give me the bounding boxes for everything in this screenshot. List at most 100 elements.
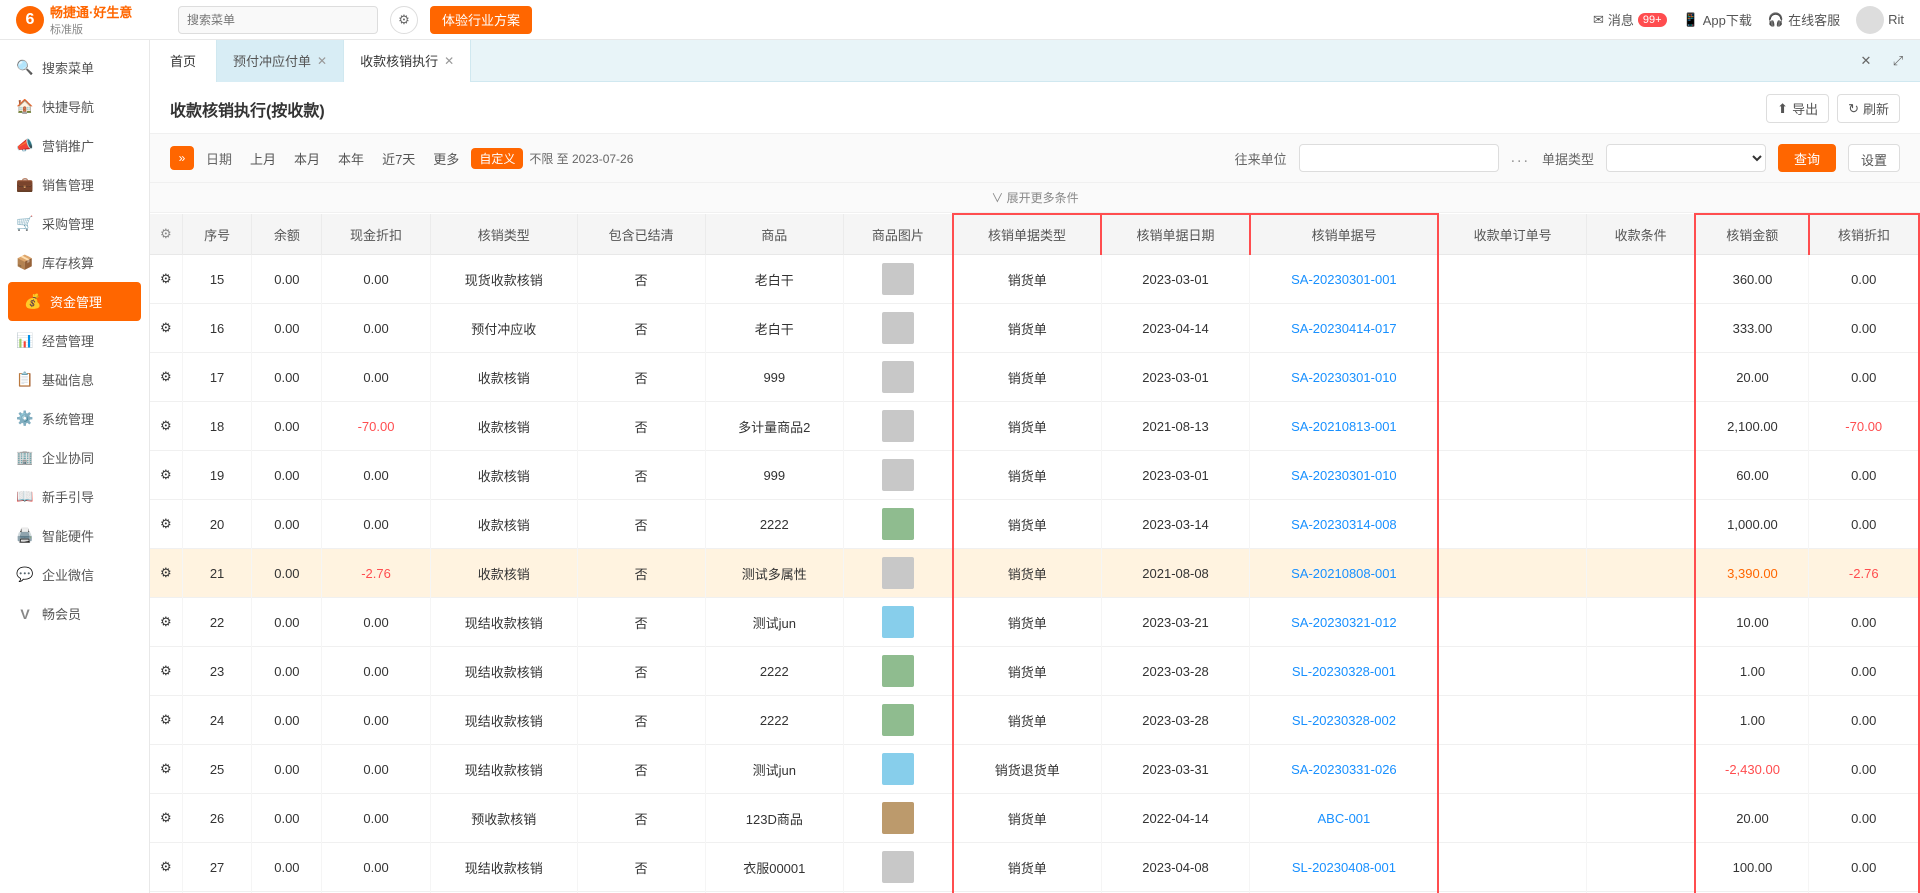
td-write-off-doc-date: 2023-03-01 xyxy=(1101,353,1250,402)
sidebar-item-basic[interactable]: 📋 基础信息 xyxy=(0,360,149,399)
tab-prepay-close[interactable]: ✕ xyxy=(317,54,327,68)
tab-home[interactable]: 首页 xyxy=(150,40,217,82)
td-included-settled: 否 xyxy=(577,500,705,549)
sidebar-item-guide[interactable]: 📖 新手引导 xyxy=(0,477,149,516)
sidebar-item-search[interactable]: 🔍 搜索菜单 xyxy=(0,48,149,87)
doc-no-link[interactable]: SA-20210813-001 xyxy=(1291,419,1397,434)
title-actions: ⬆ 导出 ↻ 刷新 xyxy=(1766,94,1900,123)
td-settings[interactable]: ⚙ xyxy=(150,304,182,353)
message-label: 消息 xyxy=(1608,10,1634,29)
sidebar-label-enterprise: 企业协同 xyxy=(42,448,94,467)
expand-more-bar[interactable]: ∨ 展开更多条件 xyxy=(150,183,1920,213)
td-num: 21 xyxy=(182,549,252,598)
sidebar: 🔍 搜索菜单 🏠 快捷导航 📣 营销推广 💼 销售管理 🛒 采购管理 📦 库存核… xyxy=(0,40,150,893)
td-product-image xyxy=(844,598,953,647)
col-settings[interactable]: ⚙ xyxy=(150,214,182,255)
doc-no-link[interactable]: SA-20230321-012 xyxy=(1291,615,1397,630)
tab-collection-close[interactable]: ✕ xyxy=(444,54,454,68)
sidebar-label-marketing: 营销推广 xyxy=(42,136,94,155)
td-settings[interactable]: ⚙ xyxy=(150,353,182,402)
industry-button[interactable]: 体验行业方案 xyxy=(430,6,532,34)
date-option-more[interactable]: 更多 xyxy=(427,147,465,170)
tab-collection-label: 收款核销执行 xyxy=(360,51,438,70)
td-balance: 0.00 xyxy=(252,255,322,304)
td-cash-discount: 0.00 xyxy=(322,255,430,304)
td-settings[interactable]: ⚙ xyxy=(150,549,182,598)
doc-no-link[interactable]: SA-20230301-010 xyxy=(1291,468,1397,483)
custom-date-button[interactable]: 自定义 xyxy=(471,148,523,169)
col-product-image: 商品图片 xyxy=(844,214,953,255)
doc-no-link[interactable]: SL-20230408-001 xyxy=(1292,860,1396,875)
doc-no-link[interactable]: SA-20210808-001 xyxy=(1291,566,1397,581)
doc-no-link[interactable]: SL-20230328-001 xyxy=(1292,664,1396,679)
col-write-off-discount: 核销折扣 xyxy=(1809,214,1919,255)
td-settings[interactable]: ⚙ xyxy=(150,696,182,745)
doc-no-link[interactable]: SA-20230314-008 xyxy=(1291,517,1397,532)
td-included-settled: 否 xyxy=(577,696,705,745)
sidebar-item-purchase[interactable]: 🛒 采购管理 xyxy=(0,204,149,243)
td-receipt-order-no xyxy=(1438,304,1586,353)
online-service-button[interactable]: 🎧 在线客服 xyxy=(1768,10,1840,29)
td-settings[interactable]: ⚙ xyxy=(150,843,182,892)
message-button[interactable]: ✉ 消息 99+ xyxy=(1593,10,1667,29)
sidebar-item-enterprise[interactable]: 🏢 企业协同 xyxy=(0,438,149,477)
doc-no-link[interactable]: ABC-001 xyxy=(1318,811,1371,826)
sidebar-item-hardware[interactable]: 🖨️ 智能硬件 xyxy=(0,516,149,555)
tab-collection[interactable]: 收款核销执行 ✕ xyxy=(344,40,471,82)
tab-close-all-button[interactable]: ✕ xyxy=(1852,47,1880,75)
sidebar-item-operations[interactable]: 📊 经营管理 xyxy=(0,321,149,360)
sidebar-item-member[interactable]: V 畅会员 xyxy=(0,594,149,633)
td-settings[interactable]: ⚙ xyxy=(150,500,182,549)
doc-no-link[interactable]: SA-20230301-001 xyxy=(1291,272,1397,287)
td-settings[interactable]: ⚙ xyxy=(150,598,182,647)
date-option-last-month[interactable]: 上月 xyxy=(244,147,282,170)
td-write-off-discount: -70.00 xyxy=(1809,402,1919,451)
sidebar-item-marketing[interactable]: 📣 营销推广 xyxy=(0,126,149,165)
td-write-off-discount: 0.00 xyxy=(1809,745,1919,794)
query-button[interactable]: 查询 xyxy=(1778,144,1836,172)
sidebar-item-sales[interactable]: 💼 销售管理 xyxy=(0,165,149,204)
td-settings[interactable]: ⚙ xyxy=(150,794,182,843)
td-settings[interactable]: ⚙ xyxy=(150,647,182,696)
date-option-this-year[interactable]: 本年 xyxy=(332,147,370,170)
settings-button[interactable]: 设置 xyxy=(1848,144,1900,172)
doc-no-link[interactable]: SA-20230301-010 xyxy=(1291,370,1397,385)
sidebar-item-quick[interactable]: 🏠 快捷导航 xyxy=(0,87,149,126)
tab-expand-button[interactable]: ⤢ xyxy=(1884,47,1912,75)
td-write-off-amount: -2,430.00 xyxy=(1695,745,1809,794)
counterparty-input[interactable] xyxy=(1299,144,1499,172)
date-option-this-month[interactable]: 本月 xyxy=(288,147,326,170)
gear-button[interactable]: ⚙ xyxy=(390,6,418,34)
user-profile[interactable]: Rit xyxy=(1856,6,1904,34)
td-write-off-discount: 0.00 xyxy=(1809,843,1919,892)
table-row: ⚙ 20 0.00 0.00 收款核销 否 2222 销货单 2023-03-1… xyxy=(150,500,1919,549)
search-input[interactable] xyxy=(178,6,378,34)
app-download-button[interactable]: 📱 App下载 xyxy=(1683,10,1752,29)
td-cash-discount: 0.00 xyxy=(322,353,430,402)
doc-no-link[interactable]: SA-20230331-026 xyxy=(1291,762,1397,777)
sidebar-item-inventory[interactable]: 📦 库存核算 xyxy=(0,243,149,282)
member-icon: V xyxy=(16,605,34,623)
td-settings[interactable]: ⚙ xyxy=(150,451,182,500)
export-button[interactable]: ⬆ 导出 xyxy=(1766,94,1829,123)
filter-expand-button[interactable]: » xyxy=(170,146,194,170)
td-receipt-order-no xyxy=(1438,402,1586,451)
sidebar-item-finance[interactable]: 💰 资金管理 xyxy=(8,282,141,321)
doc-no-link[interactable]: SA-20230414-017 xyxy=(1291,321,1397,336)
system-icon: ⚙️ xyxy=(16,410,34,428)
sidebar-item-system[interactable]: ⚙️ 系统管理 xyxy=(0,399,149,438)
td-receipt-condition xyxy=(1586,598,1695,647)
td-settings[interactable]: ⚙ xyxy=(150,745,182,794)
td-settings[interactable]: ⚙ xyxy=(150,402,182,451)
td-settings[interactable]: ⚙ xyxy=(150,255,182,304)
refresh-button[interactable]: ↻ 刷新 xyxy=(1837,94,1900,123)
td-write-off-amount: 333.00 xyxy=(1695,304,1809,353)
doc-no-link[interactable]: SL-20230328-002 xyxy=(1292,713,1396,728)
td-write-off-amount: 100.00 xyxy=(1695,843,1809,892)
sidebar-item-wechat[interactable]: 💬 企业微信 xyxy=(0,555,149,594)
date-option-7days[interactable]: 近7天 xyxy=(376,147,421,170)
receipt-type-select[interactable] xyxy=(1606,144,1766,172)
td-write-off-doc-no: SA-20210808-001 xyxy=(1250,549,1439,598)
tab-prepay[interactable]: 预付冲应付单 ✕ xyxy=(217,40,344,82)
table-row: ⚙ 18 0.00 -70.00 收款核销 否 多计量商品2 销货单 2021-… xyxy=(150,402,1919,451)
